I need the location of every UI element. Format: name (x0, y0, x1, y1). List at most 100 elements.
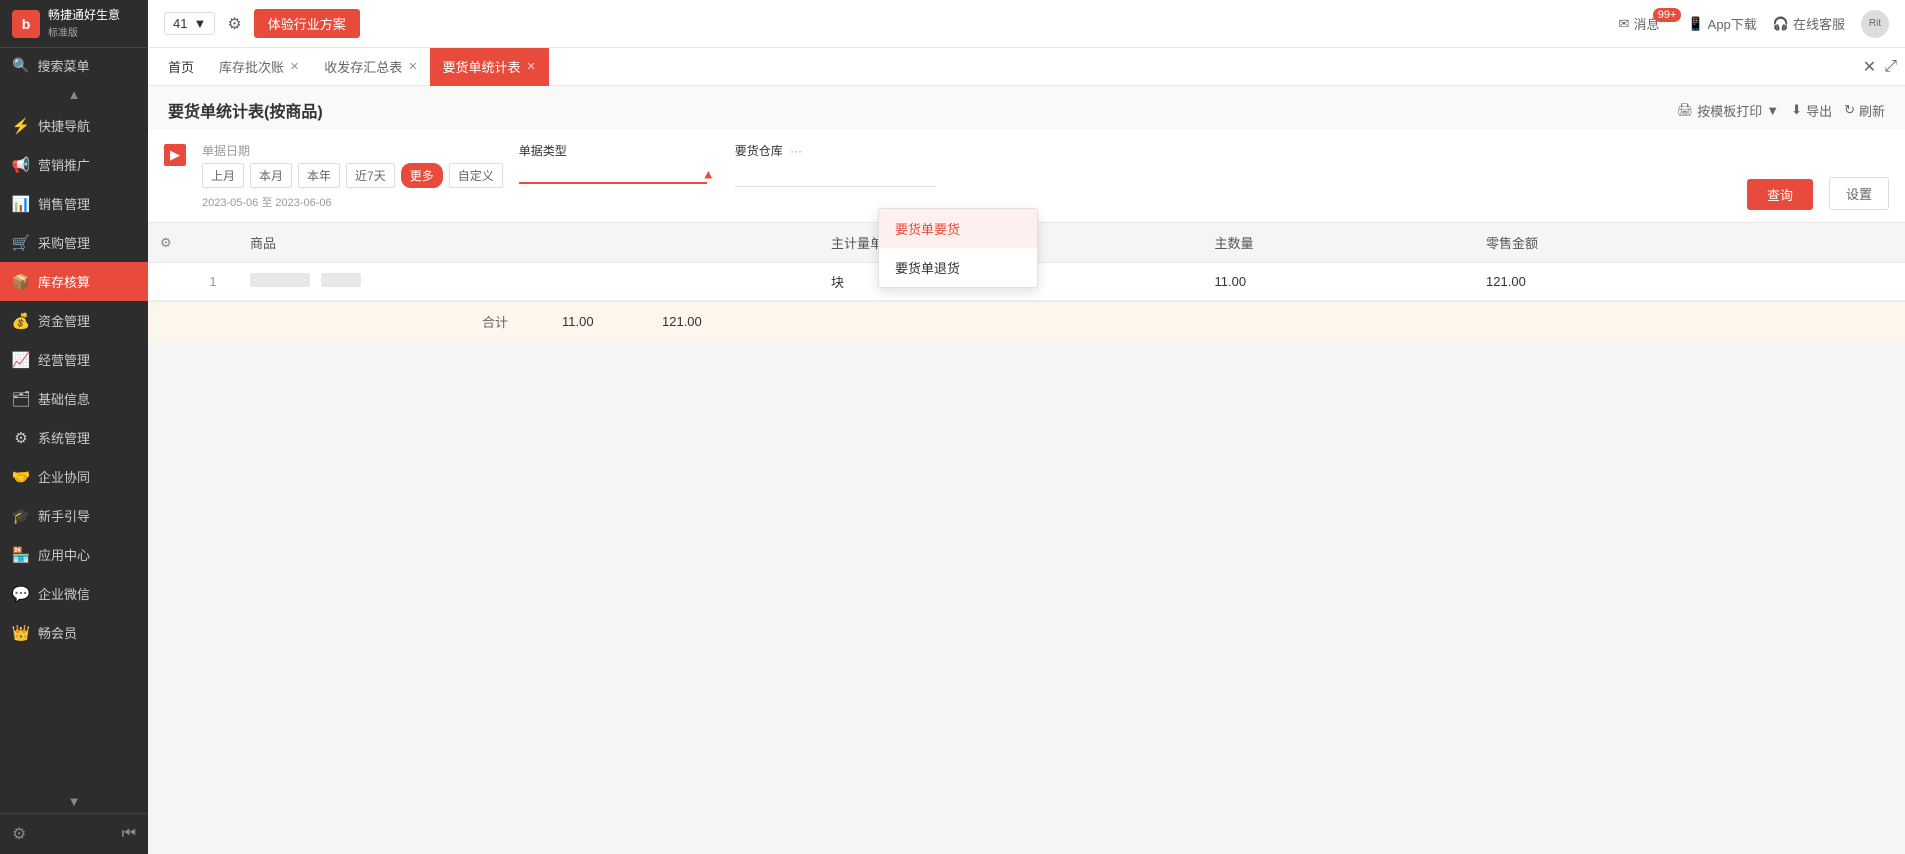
filter-area: ▶ 单据日期 上月 本月 本年 近7天 更多 自定义 2023-05-06 至 … (148, 130, 1905, 223)
avatar-text: Rit (1869, 18, 1881, 29)
search-icon: 🔍 (12, 57, 29, 74)
search-menu-label: 搜索菜单 (37, 56, 89, 75)
sales-icon: 📊 (12, 195, 30, 213)
product-placeholder-1 (250, 273, 310, 287)
refresh-btn[interactable]: ↻ 刷新 (1844, 101, 1885, 120)
page-header: 要货单统计表(按商品) 🖨 按模板打印 ▼ ⬇ 导出 ↻ 刷新 (148, 86, 1905, 130)
sidebar-item-wechat[interactable]: 💬 企业微信 (0, 574, 148, 613)
refresh-label: 刷新 (1859, 101, 1885, 120)
promo-button[interactable]: 体验行业方案 (254, 9, 360, 38)
sidebar-item-collab[interactable]: 🤝 企业协同 (0, 457, 148, 496)
online-service-btn[interactable]: 🎧 在线客服 (1773, 14, 1845, 33)
col-settings[interactable]: ⚙ (148, 223, 188, 263)
type-input[interactable] (519, 163, 707, 184)
sidebar-item-system[interactable]: ⚙ 系统管理 (0, 418, 148, 457)
sidebar-item-marketing[interactable]: 📢 营销推广 (0, 145, 148, 184)
warehouse-more-icon[interactable]: ··· (790, 144, 802, 158)
finance-icon: 💰 (12, 312, 30, 330)
sidebar-item-label: 库存核算 (38, 272, 90, 291)
sidebar-item-operations[interactable]: 📈 经营管理 (0, 340, 148, 379)
sidebar-item-label: 经营管理 (38, 350, 90, 369)
col-product: 商品 (238, 223, 819, 263)
row-retail-amount: 121.00 (1474, 263, 1802, 301)
message-badge: 99+ (1653, 8, 1682, 22)
tab-order-summary-label: 要货单统计表 (442, 57, 520, 76)
sidebar-item-label: 畅会员 (38, 623, 77, 642)
collapse-icon[interactable]: ⏮ (122, 825, 136, 843)
date-btn-last-7days[interactable]: 近7天 (346, 163, 395, 188)
sidebar-nav: ⚡ 快捷导航 📢 营销推广 📊 销售管理 🛒 采购管理 📦 库存核算 💰 资金管… (0, 106, 148, 790)
filter-type-group: 单据类型 ▲ (519, 142, 719, 184)
tab-inventory-batch-label: 库存批次账 (219, 57, 284, 76)
print-template-btn[interactable]: 🖨 按模板打印 ▼ (1677, 101, 1779, 120)
search-menu[interactable]: 🔍 搜索菜单 (0, 48, 148, 83)
query-btn[interactable]: 查询 (1747, 179, 1813, 210)
date-btn-custom[interactable]: 自定义 (449, 163, 503, 188)
filter-warehouse-label: 要货仓库 ··· (735, 142, 935, 159)
export-btn[interactable]: ⬇ 导出 (1791, 101, 1832, 120)
date-btn-last-month[interactable]: 上月 (202, 163, 244, 188)
tab-inventory-batch[interactable]: 库存批次账 ✕ (207, 48, 312, 86)
dropdown-option-order-return[interactable]: 要货单退货 (879, 248, 1037, 287)
date-btn-this-month[interactable]: 本月 (250, 163, 292, 188)
tab-order-summary-close[interactable]: ✕ (527, 60, 536, 73)
row-number: 1 (188, 263, 238, 301)
user-avatar[interactable]: Rit (1861, 10, 1889, 38)
tab-home[interactable]: 首页 (156, 48, 207, 86)
sidebar-item-quick-nav[interactable]: ⚡ 快捷导航 (0, 106, 148, 145)
message-btn[interactable]: ✉ 消息 99+ (1619, 14, 1672, 33)
sidebar-item-inventory[interactable]: 📦 库存核算 (0, 262, 148, 301)
col-retail-amount: 零售金额 (1474, 223, 1802, 263)
tabs-close-all-icon[interactable]: ✕ (1863, 57, 1876, 77)
type-dropdown-overlay: 要货单要货 要货单退货 (878, 208, 1038, 288)
service-icon: 🎧 (1773, 16, 1789, 32)
filter-expand-btn[interactable]: ▶ (164, 144, 186, 166)
tab-receive-summary-close[interactable]: ✕ (408, 60, 417, 73)
col-empty (1802, 223, 1905, 263)
tab-inventory-batch-close[interactable]: ✕ (290, 60, 299, 73)
tab-receive-summary[interactable]: 收发存汇总表 ✕ (312, 48, 430, 86)
filter-date-label: 单据日期 (202, 142, 503, 159)
topbar-gear-icon[interactable]: ⚙ (227, 14, 241, 34)
page-title: 要货单统计表(按商品) (168, 98, 323, 122)
logo-icon: b (12, 10, 40, 38)
dropdown-option-order-goods[interactable]: 要货单要货 (879, 209, 1037, 248)
product-placeholder-2 (321, 273, 361, 287)
tabs-expand-icon[interactable]: ⤢ (1884, 58, 1897, 76)
sidebar-item-label: 新手引导 (38, 506, 90, 525)
sidebar-item-basic[interactable]: 🗂 基础信息 (0, 379, 148, 418)
sidebar-item-member[interactable]: 👑 畅会员 (0, 613, 148, 652)
sidebar-item-label: 销售管理 (38, 194, 90, 213)
topbar-right: ✉ 消息 99+ 📱 App下载 🎧 在线客服 Rit (1619, 10, 1889, 38)
date-btn-more[interactable]: 更多 (401, 163, 443, 188)
scroll-up-btn[interactable]: ▲ (0, 83, 148, 106)
scroll-down-btn[interactable]: ▼ (0, 790, 148, 813)
sidebar-item-appstore[interactable]: 🏪 应用中心 (0, 535, 148, 574)
sidebar-item-purchase[interactable]: 🛒 采购管理 (0, 223, 148, 262)
date-btn-this-year[interactable]: 本年 (298, 163, 340, 188)
basic-icon: 🗂 (12, 390, 30, 408)
app-download-icon: 📱 (1687, 16, 1703, 32)
row-empty (1802, 263, 1905, 301)
sidebar-item-guide[interactable]: 🎓 新手引导 (0, 496, 148, 535)
sidebar-item-label: 应用中心 (38, 545, 90, 564)
filter-date-range: 2023-05-06 至 2023-06-06 (202, 194, 503, 210)
main-area: 41 ▼ ⚙ 体验行业方案 ✉ 消息 99+ 📱 App下载 🎧 在线客服 Ri… (148, 0, 1905, 854)
topbar: 41 ▼ ⚙ 体验行业方案 ✉ 消息 99+ 📱 App下载 🎧 在线客服 Ri… (148, 0, 1905, 48)
filter-date-row: 上月 本月 本年 近7天 更多 自定义 (202, 163, 503, 188)
branch-selector[interactable]: 41 ▼ (164, 12, 215, 35)
tab-order-summary[interactable]: 要货单统计表 ✕ (430, 48, 548, 86)
appstore-icon: 🏪 (12, 546, 30, 564)
sidebar-item-finance[interactable]: 💰 资金管理 (0, 301, 148, 340)
row-quantity: 11.00 (1203, 263, 1475, 301)
settings-btn[interactable]: 设置 (1829, 177, 1889, 210)
app-download-btn[interactable]: 📱 App下载 (1687, 14, 1756, 33)
print-icon: 🖨 (1677, 102, 1694, 118)
sidebar-item-sales[interactable]: 📊 销售管理 (0, 184, 148, 223)
column-settings-icon[interactable]: ⚙ (160, 235, 172, 250)
type-chevron-up-icon[interactable]: ▲ (702, 166, 715, 181)
collab-icon: 🤝 (12, 468, 30, 486)
sidebar-item-label: 基础信息 (38, 389, 90, 408)
type-dropdown-wrapper: ▲ (519, 163, 719, 184)
settings-icon[interactable]: ⚙ (12, 824, 26, 844)
